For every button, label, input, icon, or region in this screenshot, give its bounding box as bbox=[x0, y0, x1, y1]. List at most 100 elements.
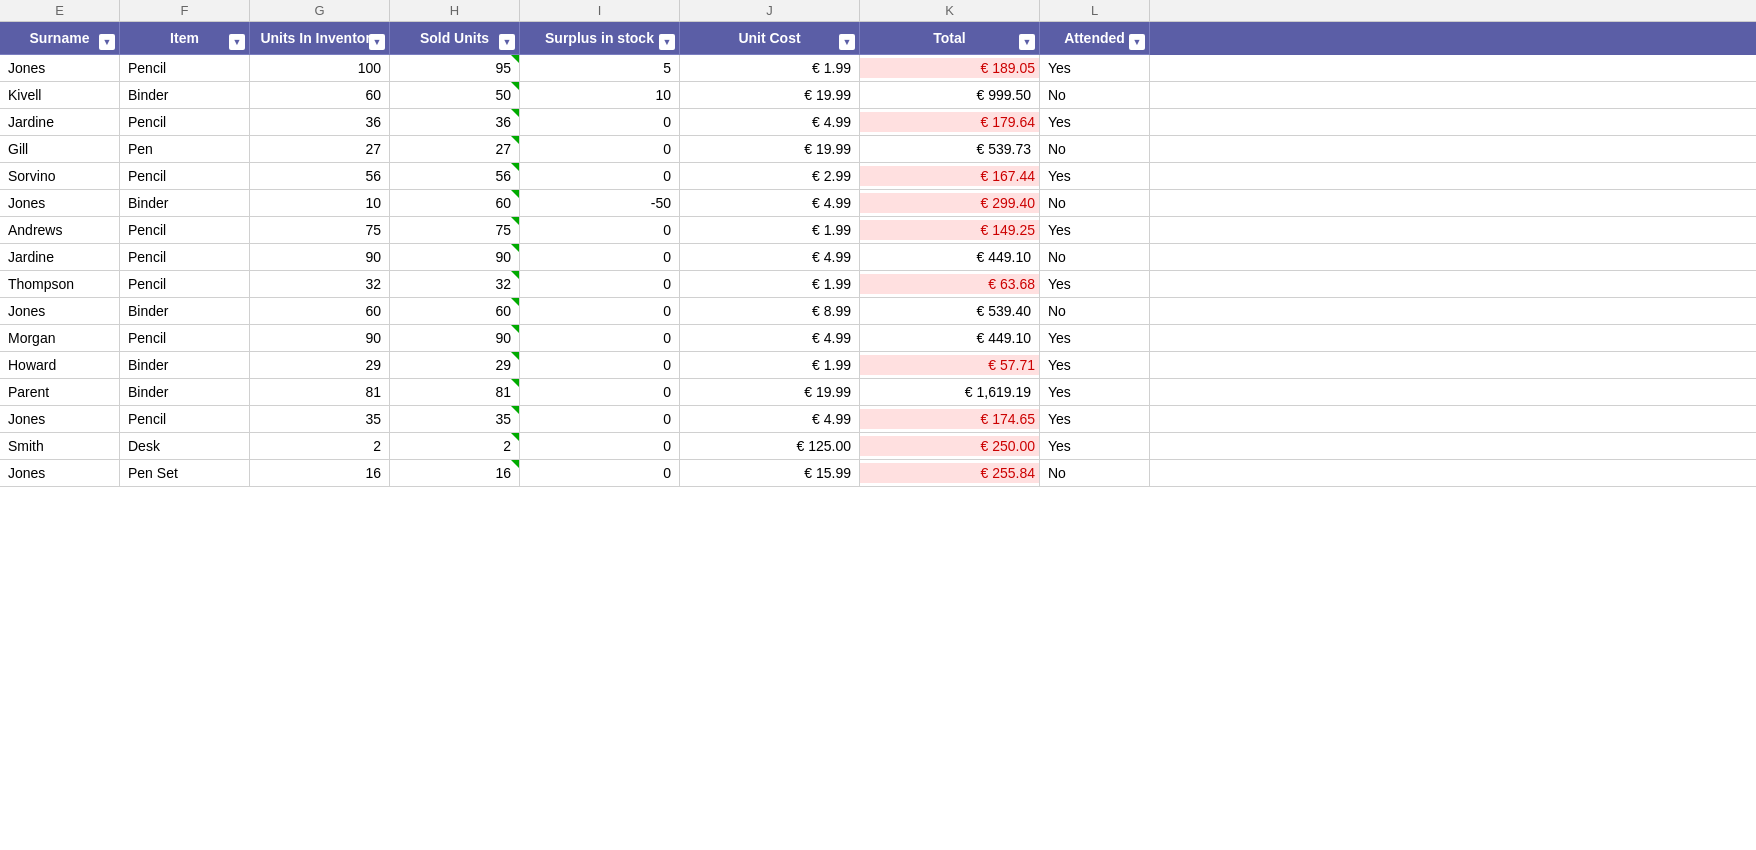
cell-surplus[interactable]: 0 bbox=[520, 298, 680, 324]
cell-attended[interactable]: No bbox=[1040, 82, 1150, 108]
cell-sold-units[interactable]: 50 bbox=[390, 82, 520, 108]
cell-unit-cost[interactable]: €1.99 bbox=[680, 55, 860, 81]
cell-sold-units[interactable]: 16 bbox=[390, 460, 520, 486]
cell-unit-cost[interactable]: €19.99 bbox=[680, 136, 860, 162]
cell-total[interactable]: €167.44 bbox=[860, 163, 1040, 189]
cell-sold-units[interactable]: 35 bbox=[390, 406, 520, 432]
cell-units-in[interactable]: 35 bbox=[250, 406, 390, 432]
cell-unit-cost[interactable]: €19.99 bbox=[680, 379, 860, 405]
cell-sold-units[interactable]: 60 bbox=[390, 298, 520, 324]
cell-units-in[interactable]: 56 bbox=[250, 163, 390, 189]
cell-total[interactable]: €449.10 bbox=[860, 325, 1040, 351]
cell-unit-cost[interactable]: €19.99 bbox=[680, 82, 860, 108]
cell-surplus[interactable]: 0 bbox=[520, 136, 680, 162]
cell-item[interactable]: Binder bbox=[120, 352, 250, 378]
cell-unit-cost[interactable]: €4.99 bbox=[680, 244, 860, 270]
cell-attended[interactable]: No bbox=[1040, 298, 1150, 324]
cell-item[interactable]: Pencil bbox=[120, 217, 250, 243]
cell-surplus[interactable]: 0 bbox=[520, 352, 680, 378]
cell-item[interactable]: Pen Set bbox=[120, 460, 250, 486]
cell-attended[interactable]: No bbox=[1040, 460, 1150, 486]
cell-units-in[interactable]: 2 bbox=[250, 433, 390, 459]
cell-surname[interactable]: Jones bbox=[0, 190, 120, 216]
cell-units-in[interactable]: 16 bbox=[250, 460, 390, 486]
cell-item[interactable]: Pencil bbox=[120, 55, 250, 81]
cell-total[interactable]: €174.65 bbox=[860, 406, 1040, 432]
cell-units-in[interactable]: 90 bbox=[250, 244, 390, 270]
cell-surplus[interactable]: 0 bbox=[520, 433, 680, 459]
cell-sold-units[interactable]: 95 bbox=[390, 55, 520, 81]
cell-sold-units[interactable]: 56 bbox=[390, 163, 520, 189]
cell-total[interactable]: €57.71 bbox=[860, 352, 1040, 378]
cell-total[interactable]: €179.64 bbox=[860, 109, 1040, 135]
cell-surname[interactable]: Jardine bbox=[0, 244, 120, 270]
cell-attended[interactable]: Yes bbox=[1040, 406, 1150, 432]
cell-attended[interactable]: Yes bbox=[1040, 109, 1150, 135]
cell-sold-units[interactable]: 27 bbox=[390, 136, 520, 162]
cell-item[interactable]: Pencil bbox=[120, 244, 250, 270]
cell-surplus[interactable]: 0 bbox=[520, 406, 680, 432]
cell-item[interactable]: Pen bbox=[120, 136, 250, 162]
cell-unit-cost[interactable]: €1.99 bbox=[680, 217, 860, 243]
cell-unit-cost[interactable]: €8.99 bbox=[680, 298, 860, 324]
cell-item[interactable]: Binder bbox=[120, 82, 250, 108]
cell-surname[interactable]: Parent bbox=[0, 379, 120, 405]
cell-surname[interactable]: Thompson bbox=[0, 271, 120, 297]
cell-total[interactable]: €449.10 bbox=[860, 244, 1040, 270]
cell-attended[interactable]: No bbox=[1040, 190, 1150, 216]
cell-attended[interactable]: No bbox=[1040, 244, 1150, 270]
cell-item[interactable]: Pencil bbox=[120, 271, 250, 297]
cell-total[interactable]: €1,619.19 bbox=[860, 379, 1040, 405]
cell-attended[interactable]: Yes bbox=[1040, 433, 1150, 459]
cell-unit-cost[interactable]: €4.99 bbox=[680, 190, 860, 216]
cell-item[interactable]: Binder bbox=[120, 190, 250, 216]
cell-surname[interactable]: Gill bbox=[0, 136, 120, 162]
cell-surname[interactable]: Sorvino bbox=[0, 163, 120, 189]
cell-surplus[interactable]: 0 bbox=[520, 163, 680, 189]
cell-sold-units[interactable]: 90 bbox=[390, 325, 520, 351]
cell-unit-cost[interactable]: €4.99 bbox=[680, 406, 860, 432]
cell-attended[interactable]: Yes bbox=[1040, 217, 1150, 243]
filter-total-button[interactable]: ▼ bbox=[1019, 34, 1035, 50]
cell-units-in[interactable]: 60 bbox=[250, 82, 390, 108]
cell-surname[interactable]: Smith bbox=[0, 433, 120, 459]
cell-attended[interactable]: Yes bbox=[1040, 325, 1150, 351]
cell-item[interactable]: Pencil bbox=[120, 325, 250, 351]
cell-total[interactable]: €299.40 bbox=[860, 190, 1040, 216]
cell-sold-units[interactable]: 90 bbox=[390, 244, 520, 270]
cell-item[interactable]: Pencil bbox=[120, 109, 250, 135]
cell-surplus[interactable]: 0 bbox=[520, 325, 680, 351]
filter-surname-button[interactable]: ▼ bbox=[99, 34, 115, 50]
cell-unit-cost[interactable]: €2.99 bbox=[680, 163, 860, 189]
cell-total[interactable]: €189.05 bbox=[860, 55, 1040, 81]
cell-sold-units[interactable]: 60 bbox=[390, 190, 520, 216]
cell-surplus[interactable]: 5 bbox=[520, 55, 680, 81]
cell-total[interactable]: €539.40 bbox=[860, 298, 1040, 324]
cell-attended[interactable]: Yes bbox=[1040, 379, 1150, 405]
filter-surplus-button[interactable]: ▼ bbox=[659, 34, 675, 50]
cell-units-in[interactable]: 75 bbox=[250, 217, 390, 243]
cell-sold-units[interactable]: 36 bbox=[390, 109, 520, 135]
cell-units-in[interactable]: 36 bbox=[250, 109, 390, 135]
cell-sold-units[interactable]: 81 bbox=[390, 379, 520, 405]
cell-surname[interactable]: Andrews bbox=[0, 217, 120, 243]
cell-surplus[interactable]: 10 bbox=[520, 82, 680, 108]
cell-total[interactable]: €149.25 bbox=[860, 217, 1040, 243]
filter-attended-button[interactable]: ▼ bbox=[1129, 34, 1145, 50]
cell-units-in[interactable]: 29 bbox=[250, 352, 390, 378]
cell-surname[interactable]: Jones bbox=[0, 55, 120, 81]
cell-sold-units[interactable]: 75 bbox=[390, 217, 520, 243]
filter-unit-cost-button[interactable]: ▼ bbox=[839, 34, 855, 50]
cell-units-in[interactable]: 27 bbox=[250, 136, 390, 162]
cell-total[interactable]: €539.73 bbox=[860, 136, 1040, 162]
cell-unit-cost[interactable]: €4.99 bbox=[680, 109, 860, 135]
cell-attended[interactable]: Yes bbox=[1040, 55, 1150, 81]
filter-item-button[interactable]: ▼ bbox=[229, 34, 245, 50]
cell-sold-units[interactable]: 29 bbox=[390, 352, 520, 378]
cell-units-in[interactable]: 32 bbox=[250, 271, 390, 297]
cell-units-in[interactable]: 90 bbox=[250, 325, 390, 351]
cell-units-in[interactable]: 10 bbox=[250, 190, 390, 216]
cell-surname[interactable]: Jones bbox=[0, 298, 120, 324]
cell-attended[interactable]: Yes bbox=[1040, 163, 1150, 189]
cell-total[interactable]: €250.00 bbox=[860, 433, 1040, 459]
